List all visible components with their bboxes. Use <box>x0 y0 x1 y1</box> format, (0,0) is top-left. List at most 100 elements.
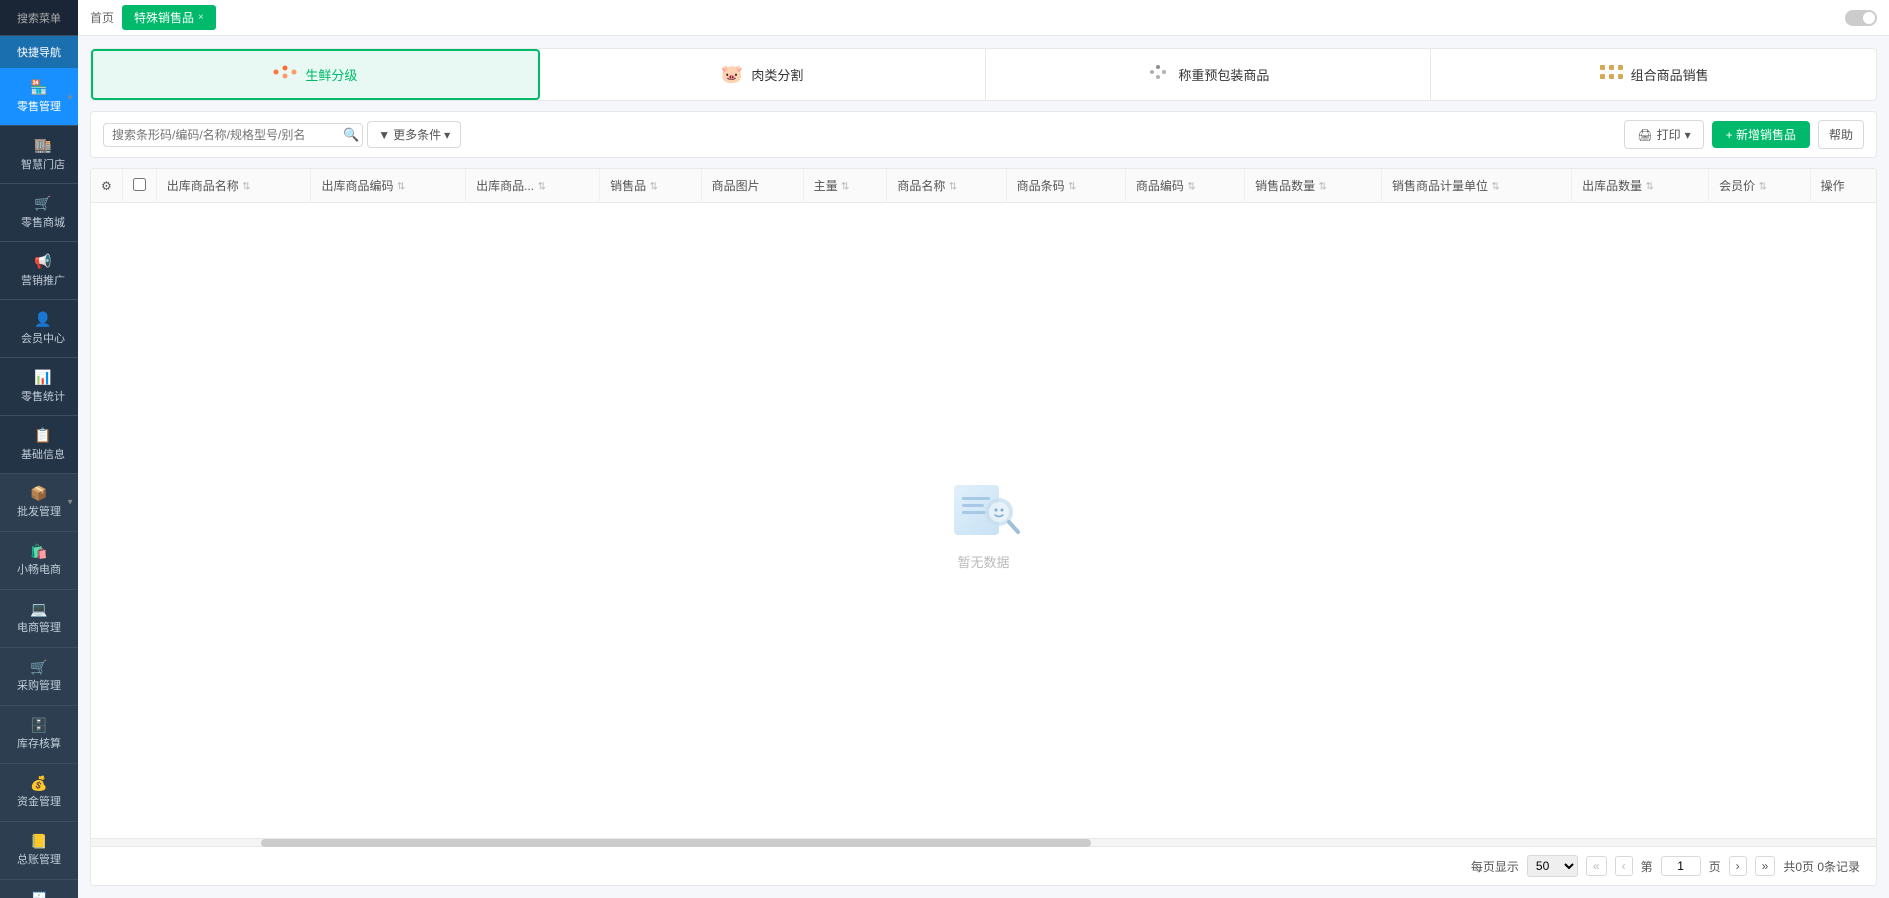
quick-nav-label: 快捷导航 <box>17 47 61 59</box>
sort-out-name: ⇅ <box>242 181 250 192</box>
data-table: ⚙ 出库商品名称 ⇅ 出库商品编码 ⇅ 出库商品 <box>91 169 1876 203</box>
th-out-code[interactable]: 出库商品编码 ⇅ <box>311 169 466 203</box>
wholesale-mgmt-label: 批发管理 <box>17 505 61 520</box>
th-image-label: 商品图片 <box>712 179 760 193</box>
page-content: 生鲜分级 🐷 肉类分割 称重预包装商品 <box>78 36 1889 898</box>
empty-state: 暂无数据 <box>91 203 1876 838</box>
sidebar-item-quick-nav[interactable]: 快捷导航 <box>0 36 78 68</box>
th-out-name-label: 出库商品名称 <box>167 179 239 193</box>
retail-mgmt-icon: 🏪 <box>30 78 47 98</box>
horizontal-scrollbar[interactable] <box>91 838 1876 846</box>
filter-button[interactable]: ▼ 更多条件 ▾ <box>367 121 461 148</box>
sidebar-item-member-center[interactable]: 👤 会员中心 <box>0 300 78 358</box>
basic-info-icon: 📋 <box>34 426 51 446</box>
sidebar-logo-text: 搜索菜单 <box>17 10 61 26</box>
sidebar-item-finance[interactable]: 💰 资金管理 <box>0 764 78 822</box>
close-tab-icon[interactable]: × <box>198 12 204 23</box>
weigh-pack-label: 称重预包装商品 <box>1178 65 1269 84</box>
filter-label: 更多条件 <box>393 126 441 143</box>
last-page-icon: » <box>1762 859 1769 873</box>
th-out-spec[interactable]: 出库商品... ⇅ <box>466 169 600 203</box>
sidebar-item-invoice[interactable]: 🧾 发票管理 <box>0 880 78 898</box>
toolbar: 🔍 ▼ 更多条件 ▾ 🖨 打印 ▾ + 新增销售品 帮助 <box>90 111 1877 158</box>
th-member-price[interactable]: 会员价 ⇅ <box>1709 169 1811 203</box>
cat-tab-fresh-grade[interactable]: 生鲜分级 <box>91 49 540 100</box>
combo-label: 组合商品销售 <box>1631 65 1709 84</box>
fresh-grade-label: 生鲜分级 <box>305 65 357 84</box>
inventory-icon: 🗄️ <box>30 716 47 736</box>
th-out-name[interactable]: 出库商品名称 ⇅ <box>156 169 311 203</box>
scrollbar-thumb[interactable] <box>261 839 1091 847</box>
sidebar-item-wholesale-mgmt[interactable]: 📦 批发管理 ▼ <box>0 474 78 532</box>
help-button[interactable]: 帮助 <box>1818 120 1864 149</box>
th-out-spec-label: 出库商品... <box>476 179 534 193</box>
th-goods-name[interactable]: 商品名称 ⇅ <box>887 169 1006 203</box>
sidebar-item-general-ledger[interactable]: 📒 总账管理 <box>0 822 78 880</box>
th-out-qty-label: 出库品数量 <box>1582 179 1642 193</box>
th-checkbox[interactable] <box>122 169 156 203</box>
sidebar-item-smart-store[interactable]: 🏬 智慧门店 <box>0 126 78 184</box>
sort-sales-qty: ⇅ <box>1318 181 1326 192</box>
cat-tab-meat-cut[interactable]: 🐷 肉类分割 <box>540 49 986 100</box>
th-main-qty[interactable]: 主量 ⇅ <box>803 169 887 203</box>
sidebar-item-inventory[interactable]: 🗄️ 库存核算 <box>0 706 78 764</box>
toolbar-right: 🖨 打印 ▾ + 新增销售品 帮助 <box>1624 120 1864 149</box>
page-number-input[interactable] <box>1661 856 1701 876</box>
add-label: + 新增销售品 <box>1726 126 1796 143</box>
select-all-checkbox[interactable] <box>133 178 146 191</box>
sidebar-item-retail-mall[interactable]: 🛒 零售商城 <box>0 184 78 242</box>
sort-out-spec: ⇅ <box>538 181 546 192</box>
retail-stats-label: 零售统计 <box>21 390 65 405</box>
next-page-icon: › <box>1736 859 1740 873</box>
category-tabs: 生鲜分级 🐷 肉类分割 称重预包装商品 <box>90 48 1877 101</box>
sales-promo-label: 营销推广 <box>21 274 65 289</box>
sidebar-item-mini-ecom[interactable]: 🛍️ 小畅电商 <box>0 532 78 590</box>
total-label: 共0页 0条记录 <box>1783 858 1860 875</box>
sidebar: 搜索菜单 快捷导航 🏪 零售管理 ▲ 🏬 智慧门店 🛒 零售商城 📢 营销推广 … <box>0 0 78 898</box>
sort-goods-code: ⇅ <box>1187 181 1195 192</box>
sidebar-item-ecom-mgmt[interactable]: 💻 电商管理 <box>0 590 78 648</box>
th-image[interactable]: 商品图片 <box>701 169 803 203</box>
next-page-button[interactable]: › <box>1729 856 1747 876</box>
wholesale-arrow: ▼ <box>66 497 74 508</box>
th-sales-qty[interactable]: 销售品数量 ⇅ <box>1245 169 1382 203</box>
sidebar-item-purchase-mgmt[interactable]: 🛒 采购管理 <box>0 648 78 706</box>
th-barcode[interactable]: 商品条码 ⇅ <box>1006 169 1125 203</box>
first-page-button[interactable]: « <box>1586 856 1607 876</box>
search-input[interactable] <box>103 123 363 147</box>
active-tab[interactable]: 特殊销售品 × <box>122 5 216 30</box>
add-sales-item-button[interactable]: + 新增销售品 <box>1712 121 1810 148</box>
theme-toggle[interactable] <box>1845 10 1877 26</box>
per-page-select[interactable]: 50 10 20 100 <box>1527 855 1578 877</box>
ecom-mgmt-icon: 💻 <box>30 600 47 620</box>
sidebar-item-retail-mgmt[interactable]: 🏪 零售管理 ▲ <box>0 68 78 126</box>
retail-mall-icon: 🛒 <box>34 194 51 214</box>
topbar-right <box>1845 10 1877 26</box>
breadcrumb: 首页 <box>90 9 114 26</box>
th-action: 操作 <box>1810 169 1876 203</box>
sidebar-item-basic-info[interactable]: 📋 基础信息 <box>0 416 78 474</box>
sales-promo-icon: 📢 <box>34 252 51 272</box>
th-goods-code[interactable]: 商品编码 ⇅ <box>1125 169 1244 203</box>
filter-chevron: ▾ <box>444 128 450 142</box>
active-tab-label: 特殊销售品 <box>134 9 194 26</box>
sort-out-qty: ⇅ <box>1646 181 1654 192</box>
th-sales-item[interactable]: 销售品 ⇅ <box>600 169 702 203</box>
cat-tab-weigh-pack[interactable]: 称重预包装商品 <box>986 49 1432 100</box>
print-button[interactable]: 🖨 打印 ▾ <box>1624 120 1703 149</box>
member-center-icon: 👤 <box>34 310 51 330</box>
th-settings[interactable]: ⚙ <box>91 169 122 203</box>
inventory-label: 库存核算 <box>17 737 61 752</box>
sidebar-item-retail-stats[interactable]: 📊 零售统计 <box>0 358 78 416</box>
th-main-qty-label: 主量 <box>814 179 838 193</box>
sidebar-item-sales-promo[interactable]: 📢 营销推广 <box>0 242 78 300</box>
cat-tab-combo[interactable]: 组合商品销售 <box>1431 49 1876 100</box>
th-out-qty[interactable]: 出库品数量 ⇅ <box>1572 169 1709 203</box>
search-button[interactable]: 🔍 <box>343 127 359 143</box>
last-page-button[interactable]: » <box>1755 856 1776 876</box>
th-goods-name-label: 商品名称 <box>897 179 945 193</box>
invoice-icon: 🧾 <box>30 890 47 898</box>
prev-page-button[interactable]: ‹ <box>1615 856 1633 876</box>
th-sales-unit[interactable]: 销售商品计量单位 ⇅ <box>1382 169 1572 203</box>
member-center-label: 会员中心 <box>21 332 65 347</box>
